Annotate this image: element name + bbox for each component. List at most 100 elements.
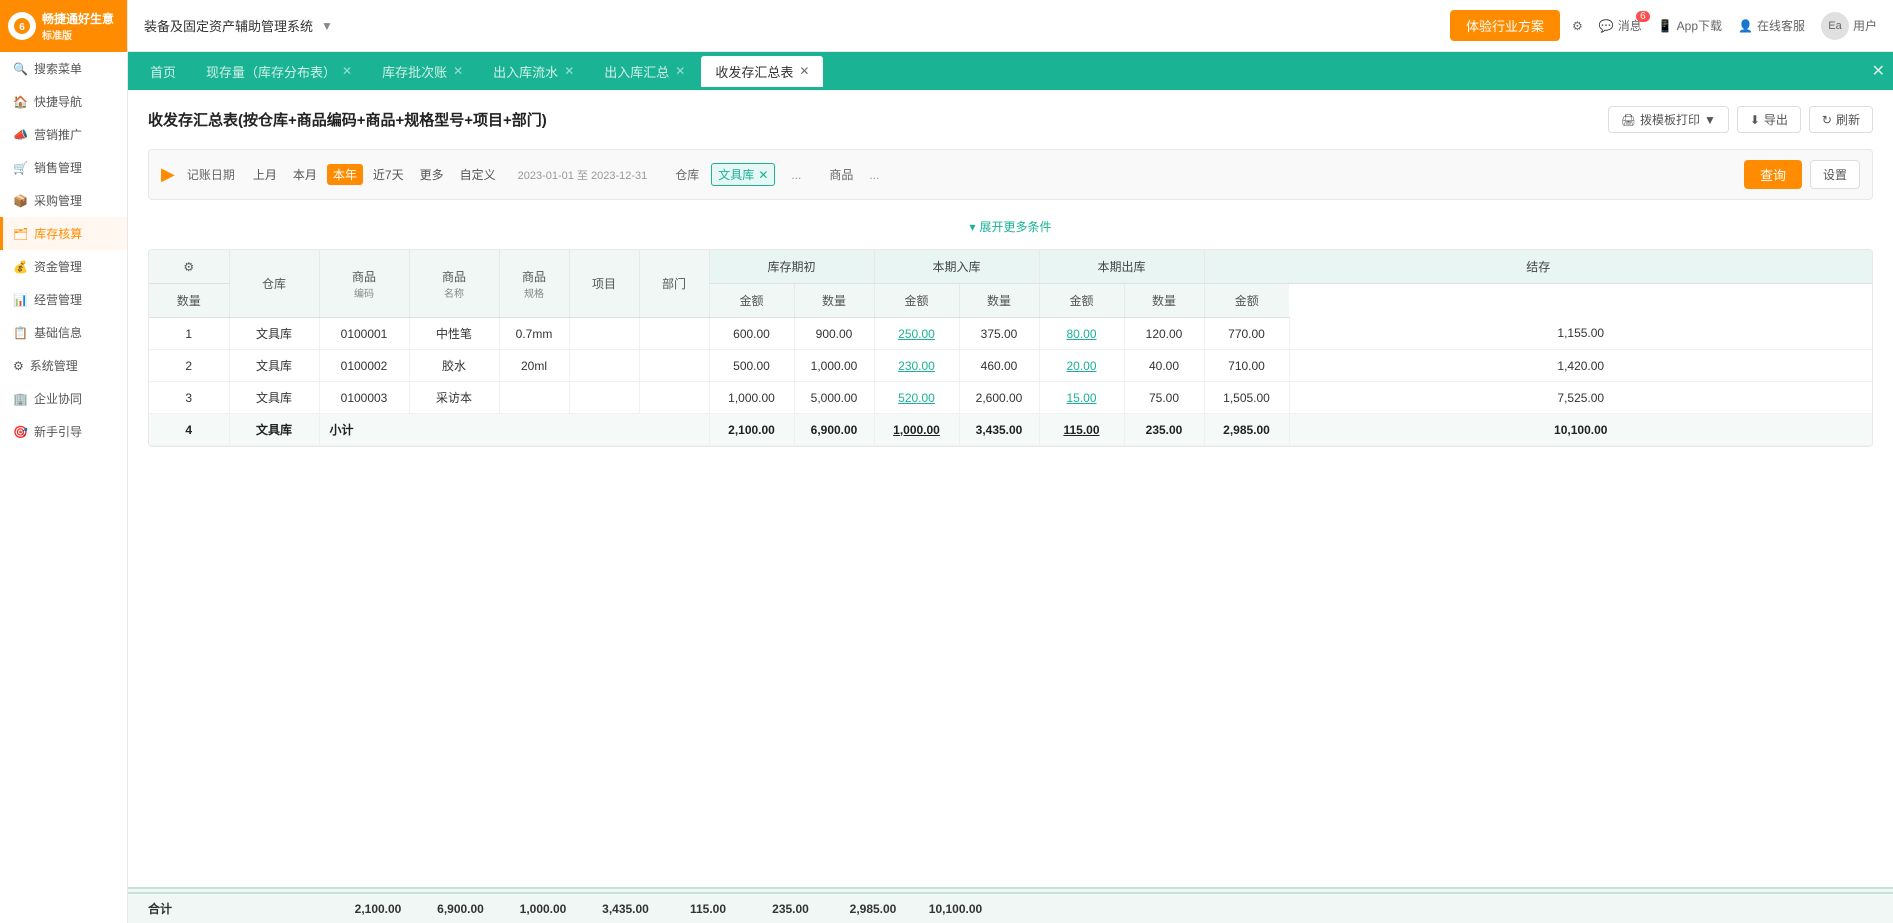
sidebar-item-finance[interactable]: 💰 资金管理 xyxy=(0,250,127,283)
th-out-qty: 数量 xyxy=(959,284,1039,318)
row1-out-qty[interactable]: 80.00 xyxy=(1039,318,1124,350)
sidebar-item-enterprise[interactable]: 🏢 企业协同 xyxy=(0,382,127,415)
sidebar-item-quick-nav[interactable]: 🏠 快捷导航 xyxy=(0,85,127,118)
row2-code: 0100002 xyxy=(319,350,409,382)
app-name: 畅捷通好生意 xyxy=(42,10,114,27)
tab-in-out-summary[interactable]: 出入库汇总 ✕ xyxy=(590,56,699,87)
sidebar-item-marketing[interactable]: 📣 营销推广 xyxy=(0,118,127,151)
tab-in-out-flow-close[interactable]: ✕ xyxy=(564,64,574,78)
bottom-out-amt: 235.00 xyxy=(748,902,833,916)
online-service-btn[interactable]: 👤 在线客服 xyxy=(1738,17,1805,34)
th-name: 商品名称 xyxy=(409,250,499,318)
sidebar-logo: 6 畅捷通好生意 标准版 xyxy=(0,0,127,52)
date-btn-7days[interactable]: 近7天 xyxy=(367,164,410,185)
date-btn-this-month[interactable]: 本月 xyxy=(287,164,323,185)
sidebar-item-basic-info[interactable]: 📋 基础信息 xyxy=(0,316,127,349)
row2-opening-qty: 500.00 xyxy=(709,350,794,382)
th-code: 商品编码 xyxy=(319,250,409,318)
row1-in-qty[interactable]: 250.00 xyxy=(874,318,959,350)
subtotal-out-amt: 235.00 xyxy=(1124,414,1204,446)
th-settings[interactable]: ⚙ xyxy=(149,250,229,284)
tab-inventory-dist[interactable]: 现存量（库存分布表） ✕ xyxy=(192,56,366,87)
th-opening-amt: 金额 xyxy=(709,284,794,318)
sidebar-item-guide[interactable]: 🎯 新手引导 xyxy=(0,415,127,448)
th-balance-amt: 金额 xyxy=(1204,284,1289,318)
row1-no: 1 xyxy=(149,318,229,350)
filter-expand-arrow[interactable]: ▶ xyxy=(161,164,175,185)
table-row: 2 文具库 0100002 胶水 20ml 500.00 1,000.00 23… xyxy=(149,350,1872,382)
sidebar-item-system[interactable]: ⚙ 系统管理 xyxy=(0,349,127,382)
row1-balance-qty: 770.00 xyxy=(1204,318,1289,350)
export-btn[interactable]: ⬇ 导出 xyxy=(1737,106,1801,133)
message-btn[interactable]: 💬 消息 6 xyxy=(1599,17,1642,34)
inventory-icon: 🗂 xyxy=(13,227,28,241)
row2-name: 胶水 xyxy=(409,350,499,382)
close-all-tabs-btn[interactable]: ✕ xyxy=(1872,61,1885,81)
sidebar-label-guide: 新手引导 xyxy=(34,423,82,440)
tab-batch[interactable]: 库存批次账 ✕ xyxy=(368,56,477,87)
warehouse-tag-close[interactable]: ✕ xyxy=(758,168,768,182)
expand-more-btn[interactable]: ▾ 展开更多条件 xyxy=(148,212,1873,241)
tab-home[interactable]: 首页 xyxy=(136,56,190,87)
date-btn-more[interactable]: 更多 xyxy=(414,164,450,185)
date-btn-last-month[interactable]: 上月 xyxy=(247,164,283,185)
filter-settings-btn[interactable]: 设置 xyxy=(1810,160,1860,189)
date-btn-custom[interactable]: 自定义 xyxy=(454,164,502,185)
subtotal-balance-qty: 2,985.00 xyxy=(1204,414,1289,446)
user-menu-btn[interactable]: Ea 用户 xyxy=(1821,12,1877,40)
row3-in-qty[interactable]: 520.00 xyxy=(874,382,959,414)
tab-inventory-dist-close[interactable]: ✕ xyxy=(342,64,352,78)
query-btn[interactable]: 查询 xyxy=(1744,160,1802,189)
finance-icon: 💰 xyxy=(13,260,28,274)
bottom-opening-amt: 6,900.00 xyxy=(418,902,503,916)
print-icon: 🖨 xyxy=(1621,113,1636,127)
date-btn-this-year[interactable]: 本年 xyxy=(327,164,363,185)
tab-receipt-summary-close[interactable]: ✕ xyxy=(799,64,809,78)
page-inner: 收发存汇总表(按仓库+商品编码+商品+规格型号+项目+部门) 🖨 拨模板打印 ▼… xyxy=(128,90,1893,887)
sidebar-item-search[interactable]: 🔍 搜索菜单 xyxy=(0,52,127,85)
bottom-total-label: 合计 xyxy=(148,900,338,917)
sidebar-search-label: 搜索菜单 xyxy=(34,60,82,77)
row3-no: 3 xyxy=(149,382,229,414)
row1-warehouse: 文具库 xyxy=(229,318,319,350)
settings-icon-btn[interactable]: ⚙ xyxy=(1572,19,1583,33)
sidebar-item-operations[interactable]: 📊 经营管理 xyxy=(0,283,127,316)
download-icon: 📱 xyxy=(1658,19,1673,33)
basic-info-icon: 📋 xyxy=(13,326,28,340)
row2-opening-amt: 1,000.00 xyxy=(794,350,874,382)
sidebar-item-purchase[interactable]: 📦 采购管理 xyxy=(0,184,127,217)
row2-no: 2 xyxy=(149,350,229,382)
page-title-text: 收发存汇总表(按仓库+商品编码+商品+规格型号+项目+部门) xyxy=(148,109,547,130)
row3-out-qty[interactable]: 15.00 xyxy=(1039,382,1124,414)
print-btn[interactable]: 🖨 拨模板打印 ▼ xyxy=(1608,106,1729,133)
warehouse-more[interactable]: ... xyxy=(791,168,801,182)
system-selector[interactable]: ▼ xyxy=(321,19,333,33)
tab-batch-close[interactable]: ✕ xyxy=(453,64,463,78)
th-opening-qty: 数量 xyxy=(149,284,229,318)
tab-in-out-summary-close[interactable]: ✕ xyxy=(675,64,685,78)
row2-in-qty[interactable]: 230.00 xyxy=(874,350,959,382)
row1-out-amt: 120.00 xyxy=(1124,318,1204,350)
product-more[interactable]: ... xyxy=(869,168,879,182)
subtotal-in-qty[interactable]: 1,000.00 xyxy=(874,414,959,446)
row2-out-qty[interactable]: 20.00 xyxy=(1039,350,1124,382)
subtotal-out-qty[interactable]: 115.00 xyxy=(1039,414,1124,446)
app-download-label: App下载 xyxy=(1677,17,1722,34)
warehouse-tag[interactable]: 文具库 ✕ xyxy=(711,163,775,186)
sidebar-item-sales[interactable]: 🛒 销售管理 xyxy=(0,151,127,184)
row3-dept xyxy=(639,382,709,414)
bottom-in-qty: 1,000.00 xyxy=(503,902,583,916)
refresh-btn[interactable]: ↻ 刷新 xyxy=(1809,106,1873,133)
th-out-amt: 金额 xyxy=(1039,284,1124,318)
trial-btn[interactable]: 体验行业方案 xyxy=(1450,10,1560,41)
tab-in-out-flow[interactable]: 出入库流水 ✕ xyxy=(479,56,588,87)
tab-receipt-summary[interactable]: 收发存汇总表 ✕ xyxy=(701,56,823,87)
topbar: 装备及固定资产辅助管理系统 ▼ 体验行业方案 ⚙ 💬 消息 6 📱 App下载 … xyxy=(128,0,1893,52)
row3-project xyxy=(569,382,639,414)
sidebar-label-sales: 销售管理 xyxy=(34,159,82,176)
row3-spec xyxy=(499,382,569,414)
app-download-btn[interactable]: 📱 App下载 xyxy=(1658,17,1722,34)
th-out: 本期出库 xyxy=(1039,250,1204,284)
sidebar-item-inventory[interactable]: 🗂 库存核算 xyxy=(0,217,127,250)
th-opening: 库存期初 xyxy=(709,250,874,284)
